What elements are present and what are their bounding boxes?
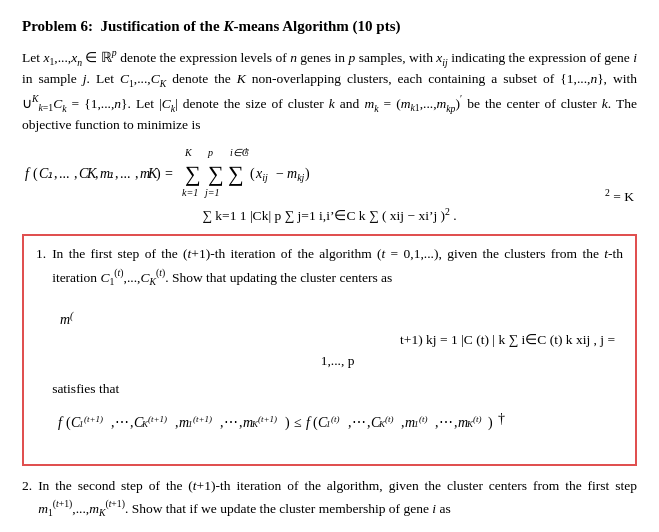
svg-text:...: ... — [59, 166, 70, 181]
svg-text:,: , — [239, 415, 243, 430]
svg-text:1: 1 — [414, 419, 419, 429]
item2-number: 2. — [22, 476, 32, 532]
svg-text:(: ( — [33, 166, 38, 182]
svg-text:(t+1): (t+1) — [84, 414, 103, 424]
svg-text:,: , — [130, 415, 134, 430]
svg-text:k=1: k=1 — [182, 187, 198, 198]
svg-text:(: ( — [70, 310, 74, 322]
item1-intro-text: In the first step of the (t+1)-th iterat… — [52, 244, 623, 289]
item2-intro-text: In the second step of the (t+1)-th itera… — [38, 476, 637, 521]
item1-body: In the first step of the (t+1)-th iterat… — [52, 244, 623, 454]
svg-text:m: m — [60, 312, 70, 327]
svg-text:,: , — [115, 166, 119, 181]
svg-text:−: − — [276, 166, 284, 181]
svg-text:⋯: ⋯ — [439, 415, 453, 430]
svg-text:,: , — [220, 415, 224, 430]
svg-text:⋯: ⋯ — [115, 415, 129, 430]
svg-text:₁: ₁ — [47, 166, 53, 181]
page-title: Problem 6: Justification of the K-means … — [22, 18, 637, 35]
svg-text:†: † — [498, 411, 505, 426]
svg-text:K: K — [184, 147, 193, 158]
svg-text:): ) — [156, 166, 161, 182]
item1-satisfies-label: satisfies that — [52, 379, 623, 400]
svg-text:(t+1): (t+1) — [193, 414, 212, 424]
svg-text:,: , — [454, 415, 458, 430]
svg-text:j=1: j=1 — [203, 187, 220, 198]
svg-text:1: 1 — [188, 419, 193, 429]
item2-container: 2. In the second step of the (t+1)-th it… — [22, 476, 637, 532]
svg-text:mkj: mkj — [287, 166, 305, 183]
svg-text:∑: ∑ — [185, 161, 201, 186]
svg-text:=: = — [165, 166, 173, 181]
svg-text:(t+1): (t+1) — [258, 414, 277, 424]
svg-text:f: f — [306, 415, 312, 430]
item1-number: 1. — [36, 244, 46, 454]
boxed-item1: 1. In the first step of the (t+1)-th ite… — [22, 234, 637, 466]
svg-text:,: , — [111, 415, 115, 430]
svg-text:1: 1 — [79, 419, 84, 429]
svg-text:,: , — [348, 415, 352, 430]
svg-text:⋯: ⋯ — [224, 415, 238, 430]
svg-text:(t): (t) — [473, 414, 482, 424]
svg-text:(t): (t) — [331, 414, 340, 424]
svg-text:p: p — [207, 147, 213, 158]
main-formula: f ( C ₁ , ... , C K , m ₁ , ... , m K ) … — [22, 146, 637, 224]
svg-text:): ) — [285, 415, 290, 431]
svg-text:∑: ∑ — [228, 161, 244, 186]
svg-text:xij: xij — [255, 166, 268, 183]
item1-satisfies-formula: f ( C 1 (t+1) , ⋯ , C K (t+1) , m 1 — [52, 405, 623, 450]
intro-paragraph: Let x1,...,xn ∈ ℝp denote the expression… — [22, 45, 637, 136]
svg-text:k: k — [245, 147, 249, 156]
svg-text:∑: ∑ — [208, 161, 224, 186]
svg-text:...: ... — [120, 166, 131, 181]
svg-text:(: ( — [250, 166, 255, 182]
svg-text:): ) — [488, 415, 493, 431]
svg-text:1: 1 — [326, 419, 331, 429]
item2-body: In the second step of the (t+1)-th itera… — [38, 476, 637, 532]
svg-text:≤: ≤ — [294, 415, 302, 430]
item1-container: 1. In the first step of the (t+1)-th ite… — [36, 244, 623, 454]
item1-mformula: m (t+1) kj = 1 |C (t) | k ∑ i∈C (t) — [52, 296, 623, 372]
svg-text:(t): (t) — [385, 414, 394, 424]
svg-text:f: f — [58, 415, 64, 430]
svg-text:,: , — [367, 415, 371, 430]
svg-text:⋯: ⋯ — [352, 415, 366, 430]
page-container: Problem 6: Justification of the K-means … — [22, 18, 637, 532]
svg-text:,: , — [175, 415, 179, 430]
svg-text:f: f — [25, 166, 31, 181]
svg-text:,: , — [95, 166, 99, 181]
svg-text:₁: ₁ — [108, 166, 114, 181]
svg-text:,: , — [401, 415, 405, 430]
svg-text:,: , — [74, 166, 78, 181]
item2-cformula: c ( i ) (t+1) = arg min p ∑ j=1 ( xij − … — [38, 528, 637, 532]
svg-text:,: , — [135, 166, 139, 181]
svg-text:,: , — [54, 166, 58, 181]
svg-text:): ) — [305, 166, 310, 182]
svg-text:(t): (t) — [419, 414, 428, 424]
svg-text:(t+1): (t+1) — [148, 414, 167, 424]
svg-text:,: , — [435, 415, 439, 430]
